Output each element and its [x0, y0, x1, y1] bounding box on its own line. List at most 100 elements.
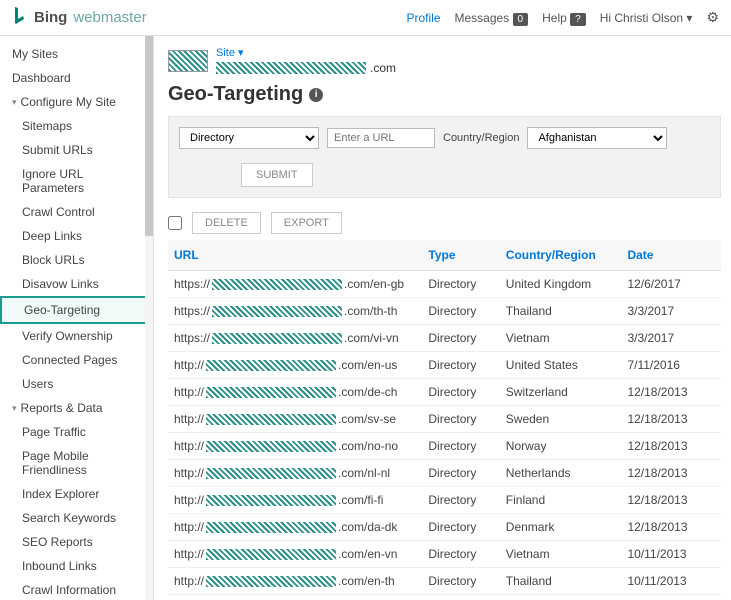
- url-cell: https://.com/vi-vn: [174, 331, 416, 345]
- table-row[interactable]: http://.com/da-dkDirectoryDenmark12/18/2…: [168, 514, 721, 541]
- sidebar-item-users[interactable]: Users: [0, 372, 153, 396]
- select-all-checkbox[interactable]: [168, 216, 182, 230]
- bing-logo-icon: [12, 6, 28, 29]
- sidebar: ‹ My SitesDashboard▾Configure My SiteSit…: [0, 36, 154, 600]
- url-cell: http://.com/nl-nl: [174, 466, 416, 480]
- url-cell: http://.com/en-us: [174, 358, 416, 372]
- chevron-down-icon: ▾: [12, 97, 17, 108]
- redacted-host: [206, 441, 336, 452]
- submit-button[interactable]: SUBMIT: [241, 163, 313, 187]
- page-title: Geo-Targeting i: [168, 83, 721, 106]
- sidebar-item-dashboard[interactable]: Dashboard: [0, 66, 153, 90]
- url-cell: http://.com/fi-fi: [174, 493, 416, 507]
- sidebar-item-disavow-links[interactable]: Disavow Links: [0, 272, 153, 296]
- sidebar-item-ignore-url-parameters[interactable]: Ignore URL Parameters: [0, 162, 153, 200]
- table-row[interactable]: https://.com/en-gbDirectoryUnited Kingdo…: [168, 271, 721, 298]
- sidebar-item-sitemaps[interactable]: Sitemaps: [0, 114, 153, 138]
- table-row[interactable]: http://.com/nl-nlDirectoryNetherlands12/…: [168, 460, 721, 487]
- site-domain: .com: [216, 61, 396, 75]
- table-row[interactable]: http://.com/en-thDirectoryThailand10/11/…: [168, 568, 721, 595]
- redacted-host: [206, 468, 336, 479]
- chevron-down-icon: ▾: [12, 403, 17, 414]
- brand-sub: webmaster: [73, 9, 146, 26]
- sidebar-item-my-sites[interactable]: My Sites: [0, 42, 153, 66]
- table-row[interactable]: http://.com/no-noDirectoryNorway12/18/20…: [168, 433, 721, 460]
- redacted-host: [206, 549, 336, 560]
- table-row[interactable]: https://.com/vi-vnDirectoryVietnam3/3/20…: [168, 325, 721, 352]
- table-toolbar: DELETE EXPORT: [168, 212, 721, 234]
- settings-gear-icon[interactable]: ⚙: [706, 9, 719, 26]
- scope-select[interactable]: Directory: [179, 127, 319, 149]
- sidebar-item-search-keywords[interactable]: Search Keywords: [0, 506, 153, 530]
- url-cell: http://.com/no-no: [174, 439, 416, 453]
- chevron-down-icon: ▾: [686, 11, 692, 25]
- geo-table: URL Type Country/Region Date https://.co…: [168, 240, 721, 600]
- sidebar-item-page-traffic[interactable]: Page Traffic: [0, 420, 153, 444]
- nav-messages[interactable]: Messages 0: [455, 11, 529, 25]
- top-nav: Profile Messages 0 Help ? Hi Christi Ols…: [406, 9, 719, 26]
- url-input[interactable]: [327, 128, 435, 148]
- sidebar-item-inbound-links[interactable]: Inbound Links: [0, 554, 153, 578]
- url-cell: http://.com/de-ch: [174, 385, 416, 399]
- url-cell: http://.com/en-th: [174, 574, 416, 588]
- sidebar-item-submit-urls[interactable]: Submit URLs: [0, 138, 153, 162]
- table-row[interactable]: https://.com/th-thDirectoryThailand3/3/2…: [168, 298, 721, 325]
- table-row[interactable]: http://.com/sv-seDirectorySweden12/18/20…: [168, 406, 721, 433]
- url-cell: https://.com/en-gb: [174, 277, 416, 291]
- sidebar-item-verify-ownership[interactable]: Verify Ownership: [0, 324, 153, 348]
- site-dropdown[interactable]: Site ▾: [216, 46, 396, 59]
- redacted-domain: [216, 62, 366, 74]
- redacted-host: [206, 387, 336, 398]
- messages-badge: 0: [513, 13, 529, 26]
- table-row[interactable]: http://.com/fi-fiDirectoryFinland12/18/2…: [168, 487, 721, 514]
- table-row[interactable]: http://.com/de-chDirectorySwitzerland12/…: [168, 379, 721, 406]
- table-row[interactable]: http://.com/en-phDirectoryPhilippines10/…: [168, 595, 721, 600]
- redacted-host: [212, 333, 342, 344]
- brand[interactable]: Bing webmaster: [12, 6, 147, 29]
- nav-help[interactable]: Help ?: [542, 11, 586, 25]
- geo-form: Directory Country/Region Afghanistan SUB…: [168, 116, 721, 198]
- sidebar-item-geo-targeting[interactable]: Geo-Targeting: [0, 296, 153, 324]
- col-url[interactable]: URL: [168, 240, 422, 271]
- site-thumbnail: [168, 50, 208, 72]
- help-badge: ?: [570, 13, 586, 26]
- top-bar: Bing webmaster Profile Messages 0 Help ?…: [0, 0, 731, 36]
- sidebar-item-configure-my-site[interactable]: ▾Configure My Site: [0, 90, 153, 114]
- redacted-host: [206, 576, 336, 587]
- sidebar-item-connected-pages[interactable]: Connected Pages: [0, 348, 153, 372]
- url-cell: http://.com/da-dk: [174, 520, 416, 534]
- redacted-host: [206, 414, 336, 425]
- site-header: Site ▾ .com: [168, 46, 721, 75]
- nav-greeting[interactable]: Hi Christi Olson ▾: [600, 11, 693, 25]
- redacted-host: [206, 522, 336, 533]
- export-button[interactable]: EXPORT: [271, 212, 342, 234]
- col-country[interactable]: Country/Region: [500, 240, 622, 271]
- redacted-host: [206, 495, 336, 506]
- col-type[interactable]: Type: [422, 240, 499, 271]
- brand-name: Bing: [34, 9, 67, 26]
- sidebar-item-crawl-control[interactable]: Crawl Control: [0, 200, 153, 224]
- sidebar-item-page-mobile-friendliness[interactable]: Page Mobile Friendliness: [0, 444, 153, 482]
- sidebar-item-reports-data[interactable]: ▾Reports & Data: [0, 396, 153, 420]
- sidebar-item-seo-reports[interactable]: SEO Reports: [0, 530, 153, 554]
- url-cell: https://.com/th-th: [174, 304, 416, 318]
- chevron-down-icon: ▾: [238, 47, 244, 59]
- sidebar-item-block-urls[interactable]: Block URLs: [0, 248, 153, 272]
- redacted-host: [212, 306, 342, 317]
- table-row[interactable]: http://.com/en-vnDirectoryVietnam10/11/2…: [168, 541, 721, 568]
- url-cell: http://.com/sv-se: [174, 412, 416, 426]
- redacted-host: [206, 360, 336, 371]
- url-cell: http://.com/en-vn: [174, 547, 416, 561]
- sidebar-item-deep-links[interactable]: Deep Links: [0, 224, 153, 248]
- sidebar-item-index-explorer[interactable]: Index Explorer: [0, 482, 153, 506]
- table-row[interactable]: http://.com/en-usDirectoryUnited States7…: [168, 352, 721, 379]
- country-select[interactable]: Afghanistan: [527, 127, 667, 149]
- sidebar-item-crawl-information[interactable]: Crawl Information: [0, 578, 153, 600]
- col-date[interactable]: Date: [621, 240, 721, 271]
- main-content: Site ▾ .com Geo-Targeting i Directory Co…: [154, 36, 731, 600]
- info-icon[interactable]: i: [309, 88, 323, 102]
- sidebar-scrollbar[interactable]: [145, 36, 153, 600]
- redacted-host: [212, 279, 342, 290]
- nav-profile[interactable]: Profile: [406, 11, 440, 25]
- delete-button[interactable]: DELETE: [192, 212, 261, 234]
